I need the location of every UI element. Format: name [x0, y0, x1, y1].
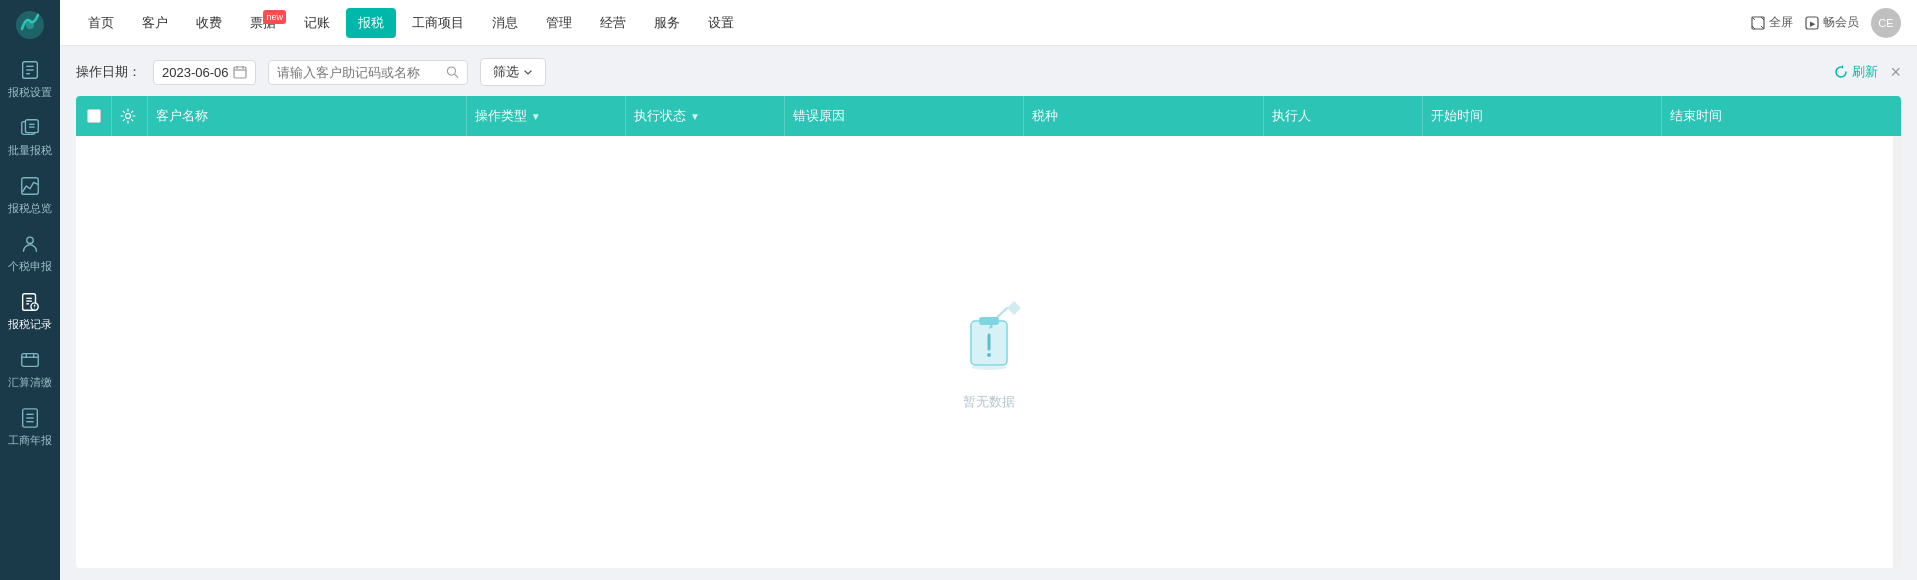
sidebar-item-baoshui-zonglang[interactable]: 报税总览 — [0, 166, 60, 224]
settlement-icon — [18, 348, 42, 372]
svg-line-36 — [454, 74, 457, 77]
table-header: 客户名称 操作类型 ▼ 执行状态 ▼ 错误原因 税种 执行人 — [76, 96, 1901, 136]
sidebar-item-label: 个税申报 — [8, 259, 52, 274]
nav-item-jizhang[interactable]: 记账 — [292, 8, 342, 38]
sort-icon[interactable]: ▼ — [690, 111, 700, 122]
nav-items: 首页 客户 收费 票据 new 记账 报税 工商项目 消息 — [76, 8, 1751, 38]
svg-rect-10 — [22, 178, 39, 195]
sidebar-item-huisuan-jiaona[interactable]: 汇算清缴 — [0, 340, 60, 398]
nav-item-baoshui[interactable]: 报税 — [346, 8, 396, 38]
nav-item-guanli[interactable]: 管理 — [534, 8, 584, 38]
annual-report-icon — [18, 406, 42, 430]
th-customer-name: 客户名称 — [148, 96, 467, 136]
personal-tax-icon — [18, 232, 42, 256]
svg-point-1 — [26, 21, 34, 29]
data-table: 客户名称 操作类型 ▼ 执行状态 ▼ 错误原因 税种 执行人 — [76, 96, 1901, 568]
new-badge: new — [263, 10, 286, 24]
empty-state-icon — [949, 293, 1029, 383]
user-avatar[interactable]: CE — [1871, 8, 1901, 38]
refresh-icon — [1834, 65, 1848, 79]
date-label: 操作日期： — [76, 63, 141, 81]
nav-item-shezhi[interactable]: 设置 — [696, 8, 746, 38]
sidebar-item-label: 批量报税 — [8, 143, 52, 158]
refresh-button[interactable]: 刷新 — [1834, 63, 1878, 81]
sort-icon[interactable]: ▼ — [531, 111, 541, 122]
scrollbar-track[interactable] — [1893, 136, 1901, 568]
search-input[interactable] — [277, 65, 442, 80]
search-box — [268, 60, 468, 85]
svg-point-43 — [971, 364, 1007, 370]
sidebar-item-label: 汇算清缴 — [8, 375, 52, 390]
fullscreen-button[interactable]: 全屏 — [1751, 14, 1793, 31]
filter-button[interactable]: 筛选 — [480, 58, 546, 86]
sidebar: 报税设置 批量报税 报税总览 — [0, 0, 60, 580]
vip-button[interactable]: ▶ 畅会员 — [1805, 14, 1859, 31]
top-navigation: 首页 客户 收费 票据 new 记账 报税 工商项目 消息 — [60, 0, 1917, 46]
svg-rect-40 — [979, 317, 999, 325]
svg-point-19 — [34, 308, 35, 309]
th-executor: 执行人 — [1264, 96, 1423, 136]
sidebar-item-geshui-shenbao[interactable]: 个税申报 — [0, 224, 60, 282]
tax-settings-icon — [18, 58, 42, 82]
topnav-right: 全屏 ▶ 畅会员 CE — [1751, 8, 1901, 38]
th-start-time: 开始时间 — [1423, 96, 1662, 136]
svg-rect-31 — [234, 67, 246, 78]
settings-icon[interactable] — [120, 108, 136, 124]
close-button[interactable]: × — [1890, 63, 1901, 81]
th-end-time: 结束时间 — [1662, 96, 1901, 136]
svg-point-42 — [987, 353, 991, 357]
sidebar-item-baoshui-jilu[interactable]: 报税记录 — [0, 282, 60, 340]
chevron-down-icon — [523, 67, 533, 77]
calendar-icon — [233, 65, 247, 79]
table-body: 暂无数据 — [76, 136, 1901, 568]
select-all-checkbox[interactable] — [87, 109, 101, 123]
nav-item-shoufei[interactable]: 收费 — [184, 8, 234, 38]
th-exec-status: 执行状态 ▼ — [626, 96, 785, 136]
sidebar-item-baoshui-shezhi[interactable]: 报税设置 — [0, 50, 60, 108]
sidebar-item-label: 报税总览 — [8, 201, 52, 216]
svg-point-37 — [126, 114, 131, 119]
empty-state: 暂无数据 — [949, 293, 1029, 411]
page-content: 操作日期： 2023-06-06 筛选 — [60, 46, 1917, 580]
nav-item-jingying[interactable]: 经营 — [588, 8, 638, 38]
sidebar-item-piliang-baoshui[interactable]: 批量报税 — [0, 108, 60, 166]
svg-rect-20 — [22, 354, 39, 367]
search-icon[interactable] — [446, 65, 459, 79]
sidebar-item-label: 报税记录 — [8, 317, 52, 332]
empty-text: 暂无数据 — [963, 393, 1015, 411]
nav-item-customer[interactable]: 客户 — [130, 8, 180, 38]
nav-item-fuwu[interactable]: 服务 — [642, 8, 692, 38]
app-logo[interactable] — [0, 0, 60, 50]
svg-text:▶: ▶ — [1810, 20, 1816, 27]
main-area: 首页 客户 收费 票据 new 记账 报税 工商项目 消息 — [60, 0, 1917, 580]
nav-item-gongshang[interactable]: 工商项目 — [400, 8, 476, 38]
toolbar: 操作日期： 2023-06-06 筛选 — [76, 58, 1901, 86]
nav-item-xiaoxi[interactable]: 消息 — [480, 8, 530, 38]
sidebar-item-label: 工商年报 — [8, 433, 52, 448]
sidebar-item-gongshang-nianbao[interactable]: 工商年报 — [0, 398, 60, 456]
th-tax-type: 税种 — [1024, 96, 1263, 136]
toolbar-right: 刷新 × — [1834, 63, 1901, 81]
tax-overview-icon — [18, 174, 42, 198]
svg-point-11 — [27, 237, 33, 243]
th-settings — [112, 96, 148, 136]
nav-item-home[interactable]: 首页 — [76, 8, 126, 38]
batch-tax-icon — [18, 116, 42, 140]
th-operation-type: 操作类型 ▼ — [467, 96, 626, 136]
date-picker[interactable]: 2023-06-06 — [153, 60, 256, 85]
sidebar-item-label: 报税设置 — [8, 85, 52, 100]
date-value: 2023-06-06 — [162, 65, 229, 80]
svg-rect-7 — [25, 120, 38, 133]
tax-record-icon — [18, 290, 42, 314]
th-error-reason: 错误原因 — [785, 96, 1024, 136]
th-checkbox[interactable] — [76, 96, 112, 136]
nav-item-piao[interactable]: 票据 new — [238, 8, 288, 38]
